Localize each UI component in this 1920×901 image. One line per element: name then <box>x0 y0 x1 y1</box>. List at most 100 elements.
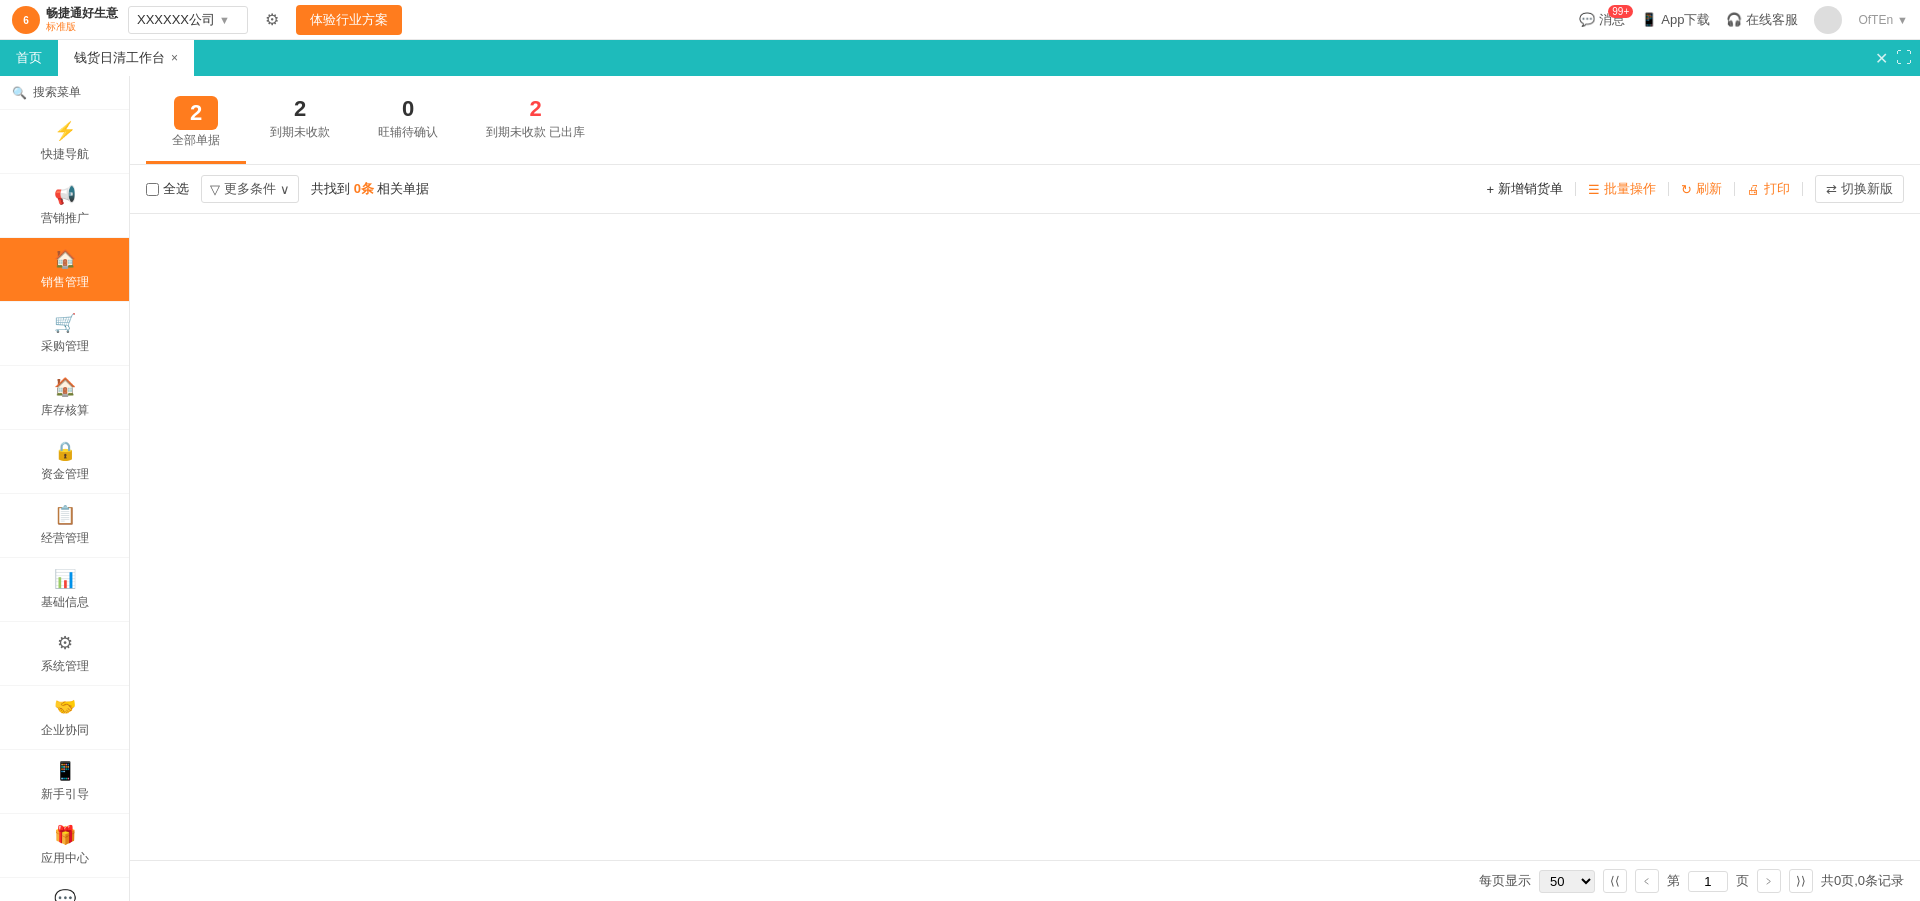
next-page-button[interactable]: ﹥ <box>1757 869 1781 893</box>
stat-all-label: 全部单据 <box>172 132 220 149</box>
page-input[interactable] <box>1688 871 1728 892</box>
user-dropdown[interactable]: OfTEn ▼ <box>1858 13 1908 27</box>
stat-tab-overdue-shipped[interactable]: 2 到期未收款 已出库 <box>462 88 609 164</box>
found-count: 0条 <box>354 181 374 196</box>
filter-icon: ▽ <box>210 182 220 197</box>
window-close-icon[interactable]: ✕ <box>1875 49 1888 68</box>
switch-version-button[interactable]: ⇄ 切换新版 <box>1815 175 1904 203</box>
company-selector[interactable]: XXXXXX公司 ▼ <box>128 6 248 34</box>
message-button[interactable]: 💬 消息 99+ <box>1579 11 1625 29</box>
toolbar-left: 全选 ▽ 更多条件 ∨ 共找到 0条 相关单据 <box>146 175 1474 203</box>
sidebar-item-label: 营销推广 <box>41 210 89 227</box>
enterprise-icon: 🤝 <box>54 696 76 718</box>
trial-button[interactable]: 体验行业方案 <box>296 5 402 35</box>
company-dropdown-arrow: ▼ <box>219 14 230 26</box>
batch-icon: ☰ <box>1588 182 1600 197</box>
sidebar-item-operations[interactable]: 📋 经营管理 <box>0 494 129 558</box>
batch-operation-button[interactable]: ☰ 批量操作 <box>1588 180 1656 198</box>
settings-icon[interactable]: ⚙ <box>258 6 286 34</box>
stat-tab-pending[interactable]: 0 旺辅待确认 <box>354 88 462 164</box>
stats-tabs: 2 全部单据 2 到期未收款 0 旺辅待确认 2 到期未收款 已出库 <box>130 76 1920 165</box>
sidebar-item-finance[interactable]: 🔒 资金管理 <box>0 430 129 494</box>
sidebar-item-label: 快捷导航 <box>41 146 89 163</box>
sidebar-item-wechat[interactable]: 💬 企业微信 <box>0 878 129 901</box>
svg-text:6: 6 <box>23 15 29 26</box>
window-maximize-icon[interactable]: ⛶ <box>1896 49 1912 67</box>
online-service-button[interactable]: 🎧 在线客服 <box>1726 11 1798 29</box>
sidebar-item-marketing[interactable]: 📢 营销推广 <box>0 174 129 238</box>
app-download-button[interactable]: 📱 App下载 <box>1641 11 1710 29</box>
page-label: 第 <box>1667 872 1680 890</box>
sidebar-search-label: 搜索菜单 <box>33 84 81 101</box>
prev-page-button[interactable]: ﹤ <box>1635 869 1659 893</box>
stat-all-number-bg: 2 <box>174 96 218 130</box>
tab-workbench[interactable]: 钱货日清工作台 × <box>58 40 194 76</box>
avatar[interactable] <box>1814 6 1842 34</box>
sidebar-item-guide[interactable]: 📱 新手引导 <box>0 750 129 814</box>
sidebar-item-label: 资金管理 <box>41 466 89 483</box>
marketing-icon: 📢 <box>54 184 76 206</box>
sidebar-item-label: 应用中心 <box>41 850 89 867</box>
divider-4 <box>1802 182 1803 196</box>
sidebar-item-label: 销售管理 <box>41 274 89 291</box>
last-page-button[interactable]: ⟩⟩ <box>1789 869 1813 893</box>
logo-sub: 标准版 <box>46 21 118 33</box>
wechat-icon: 💬 <box>54 888 76 901</box>
logo-area: 6 畅捷通好生意 标准版 <box>12 6 118 34</box>
select-all-label: 全选 <box>163 180 189 198</box>
found-suffix: 相关单据 <box>377 181 429 196</box>
finance-icon: 🔒 <box>54 440 76 462</box>
add-sale-order-button[interactable]: + 新增销货单 <box>1486 180 1563 198</box>
stat-tab-overdue[interactable]: 2 到期未收款 <box>246 88 354 164</box>
message-icon: 💬 <box>1579 12 1595 27</box>
sidebar-search[interactable]: 🔍 搜索菜单 <box>0 76 129 110</box>
print-button[interactable]: 🖨 打印 <box>1747 180 1790 198</box>
logo-icon: 6 <box>12 6 40 34</box>
page-size-label: 每页显示 <box>1479 872 1531 890</box>
page-label-end: 页 <box>1736 872 1749 890</box>
tab-home[interactable]: 首页 <box>0 40 58 76</box>
sidebar-item-inventory[interactable]: 🏠 库存核算 <box>0 366 129 430</box>
stat-overdue-shipped-label: 到期未收款 已出库 <box>486 124 585 141</box>
tab-home-label: 首页 <box>16 49 42 67</box>
stat-overdue-shipped-number: 2 <box>530 96 542 122</box>
sidebar-item-quick-nav[interactable]: ⚡ 快捷导航 <box>0 110 129 174</box>
filter-label: 更多条件 <box>224 180 276 198</box>
filter-button[interactable]: ▽ 更多条件 ∨ <box>201 175 299 203</box>
select-all-checkbox[interactable] <box>146 183 159 196</box>
sidebar-item-label: 企业协同 <box>41 722 89 739</box>
divider-1 <box>1575 182 1576 196</box>
print-label: 打印 <box>1764 180 1790 198</box>
tab-workbench-close[interactable]: × <box>171 51 178 65</box>
search-icon: 🔍 <box>12 86 27 100</box>
stat-overdue-number: 2 <box>294 96 306 122</box>
first-page-button[interactable]: ⟨⟨ <box>1603 869 1627 893</box>
batch-label: 批量操作 <box>1604 180 1656 198</box>
sidebar-item-system[interactable]: ⚙ 系统管理 <box>0 622 129 686</box>
select-all-checkbox-label[interactable]: 全选 <box>146 180 189 198</box>
app-download-label: App下载 <box>1661 11 1710 29</box>
tab-bar: 首页 钱货日清工作台 × ✕ ⛶ <box>0 40 1920 76</box>
app-download-icon: 📱 <box>1641 12 1657 27</box>
message-badge: 99+ <box>1608 5 1633 18</box>
stat-tab-all[interactable]: 2 全部单据 <box>146 88 246 164</box>
sidebar-item-app-center[interactable]: 🎁 应用中心 <box>0 814 129 878</box>
sidebar-item-sales[interactable]: 🏠 销售管理 <box>0 238 129 302</box>
sidebar-item-purchase[interactable]: 🛒 采购管理 <box>0 302 129 366</box>
company-name: XXXXXX公司 <box>137 11 215 29</box>
refresh-label: 刷新 <box>1696 180 1722 198</box>
online-service-label: 在线客服 <box>1746 11 1798 29</box>
stat-pending-label: 旺辅待确认 <box>378 124 438 141</box>
found-text: 共找到 0条 相关单据 <box>311 180 429 198</box>
online-service-icon: 🎧 <box>1726 12 1742 27</box>
sidebar-item-basic-info[interactable]: 📊 基础信息 <box>0 558 129 622</box>
stat-overdue-label: 到期未收款 <box>270 124 330 141</box>
sales-icon: 🏠 <box>54 248 76 270</box>
add-label: 新增销货单 <box>1498 180 1563 198</box>
sidebar-item-label: 经营管理 <box>41 530 89 547</box>
stat-all-number: 2 <box>190 100 202 125</box>
refresh-button[interactable]: ↻ 刷新 <box>1681 180 1722 198</box>
sidebar-item-enterprise[interactable]: 🤝 企业协同 <box>0 686 129 750</box>
switch-label: 切换新版 <box>1841 180 1893 198</box>
page-size-select[interactable]: 50 20 100 <box>1539 870 1595 893</box>
